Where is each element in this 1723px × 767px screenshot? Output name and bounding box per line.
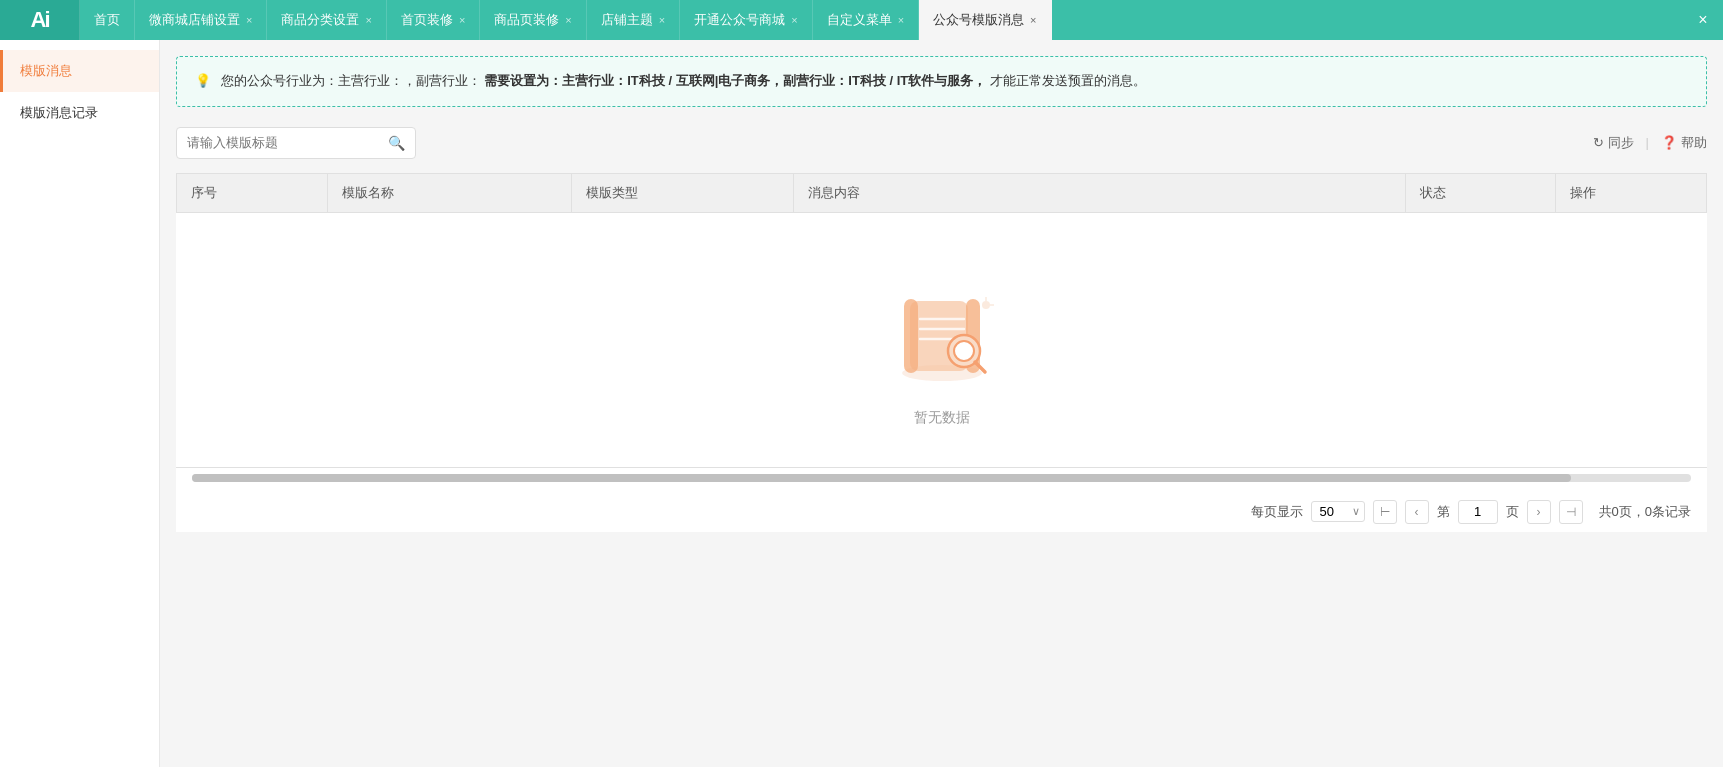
svg-point-8 (954, 341, 974, 361)
content-area: 💡 您的公众号行业为：主营行业：，副营行业： 需要设置为：主营行业：IT科技 /… (160, 40, 1723, 767)
tab-close-weshop-settings[interactable]: × (246, 14, 252, 26)
page-prefix: 第 (1437, 503, 1450, 521)
scrollbar-area (176, 467, 1707, 488)
col-action: 操作 (1556, 173, 1707, 212)
sync-button[interactable]: ↻ 同步 (1593, 134, 1634, 152)
tab-open-mall[interactable]: 开通公众号商城× (680, 0, 812, 40)
help-icon: ❓ (1661, 135, 1677, 150)
tab-close-category-settings[interactable]: × (365, 14, 371, 26)
notice-icon: 💡 (195, 73, 211, 88)
search-input[interactable] (187, 135, 384, 150)
search-actions: ↻ 同步 | ❓ 帮助 (1593, 134, 1707, 152)
search-icon[interactable]: 🔍 (388, 135, 405, 151)
col-index: 序号 (177, 173, 328, 212)
tab-custom-menu[interactable]: 自定义菜单× (813, 0, 919, 40)
scrollbar-thumb (192, 474, 1571, 482)
top-nav: Ai 首页微商城店铺设置×商品分类设置×首页装修×商品页装修×店铺主题×开通公众… (0, 0, 1723, 40)
next-page-button[interactable]: › (1527, 500, 1551, 524)
tab-close-template-msg[interactable]: × (1030, 14, 1036, 26)
notice-prefix: 您的公众号行业为：主营行业：，副营行业： (221, 73, 481, 88)
main-layout: 模版消息模版消息记录 💡 您的公众号行业为：主营行业：，副营行业： 需要设置为：… (0, 40, 1723, 767)
tab-home[interactable]: 首页 (80, 0, 135, 40)
tab-template-msg[interactable]: 公众号模版消息× (919, 0, 1051, 40)
tab-product-decoration[interactable]: 商品页装修× (480, 0, 586, 40)
tab-close-homepage-decoration[interactable]: × (459, 14, 465, 26)
search-input-wrap: 🔍 (176, 127, 416, 159)
pagination: 每页显示 102050100 ∨ ⊢ ‹ 第 页 › ⊣ 共0页，0条记录 (176, 488, 1707, 532)
page-input[interactable] (1458, 500, 1498, 524)
col-status: 状态 (1405, 173, 1556, 212)
tab-close-open-mall[interactable]: × (791, 14, 797, 26)
sync-icon: ↻ (1593, 135, 1604, 150)
tab-close-custom-menu[interactable]: × (898, 14, 904, 26)
first-page-button[interactable]: ⊢ (1373, 500, 1397, 524)
notice-suffix: 才能正常发送预置的消息。 (990, 73, 1146, 88)
app-logo: Ai (0, 0, 80, 40)
col-content: 消息内容 (793, 173, 1405, 212)
sidebar-item-template-record[interactable]: 模版消息记录 (0, 92, 159, 134)
notice-box: 💡 您的公众号行业为：主营行业：，副营行业： 需要设置为：主营行业：IT科技 /… (176, 56, 1707, 107)
tab-category-settings[interactable]: 商品分类设置× (267, 0, 386, 40)
empty-text: 暂无数据 (914, 409, 970, 427)
svg-point-10 (982, 301, 990, 309)
data-table: 序号模版名称模版类型消息内容状态操作 (176, 173, 1707, 213)
table-wrapper: 序号模版名称模版类型消息内容状态操作 (176, 173, 1707, 488)
empty-illustration (882, 273, 1002, 393)
tab-homepage-decoration[interactable]: 首页装修× (387, 0, 480, 40)
col-name: 模版名称 (327, 173, 572, 212)
empty-state: 暂无数据 (176, 213, 1707, 467)
page-size-select[interactable]: 102050100 (1311, 501, 1365, 522)
tab-close-product-decoration[interactable]: × (565, 14, 571, 26)
page-size-label: 每页显示 (1251, 503, 1303, 521)
tab-weshop-settings[interactable]: 微商城店铺设置× (135, 0, 267, 40)
tab-shop-theme[interactable]: 店铺主题× (587, 0, 680, 40)
window-close-button[interactable]: × (1683, 0, 1723, 40)
page-unit: 页 (1506, 503, 1519, 521)
page-size-wrap: 102050100 ∨ (1311, 501, 1365, 522)
last-page-button[interactable]: ⊣ (1559, 500, 1583, 524)
search-bar: 🔍 ↻ 同步 | ❓ 帮助 (176, 127, 1707, 159)
total-info: 共0页，0条记录 (1599, 503, 1691, 521)
col-type: 模版类型 (572, 173, 794, 212)
tab-close-shop-theme[interactable]: × (659, 14, 665, 26)
sidebar-item-template-msg[interactable]: 模版消息 (0, 50, 159, 92)
sidebar: 模版消息模版消息记录 (0, 40, 160, 767)
svg-rect-2 (904, 299, 918, 373)
notice-highlight: 需要设置为：主营行业：IT科技 / 互联网|电子商务，副营行业：IT科技 / I… (484, 73, 986, 88)
divider: | (1646, 135, 1649, 150)
prev-page-button[interactable]: ‹ (1405, 500, 1429, 524)
help-button[interactable]: ❓ 帮助 (1661, 134, 1707, 152)
fake-scrollbar[interactable] (192, 474, 1691, 482)
